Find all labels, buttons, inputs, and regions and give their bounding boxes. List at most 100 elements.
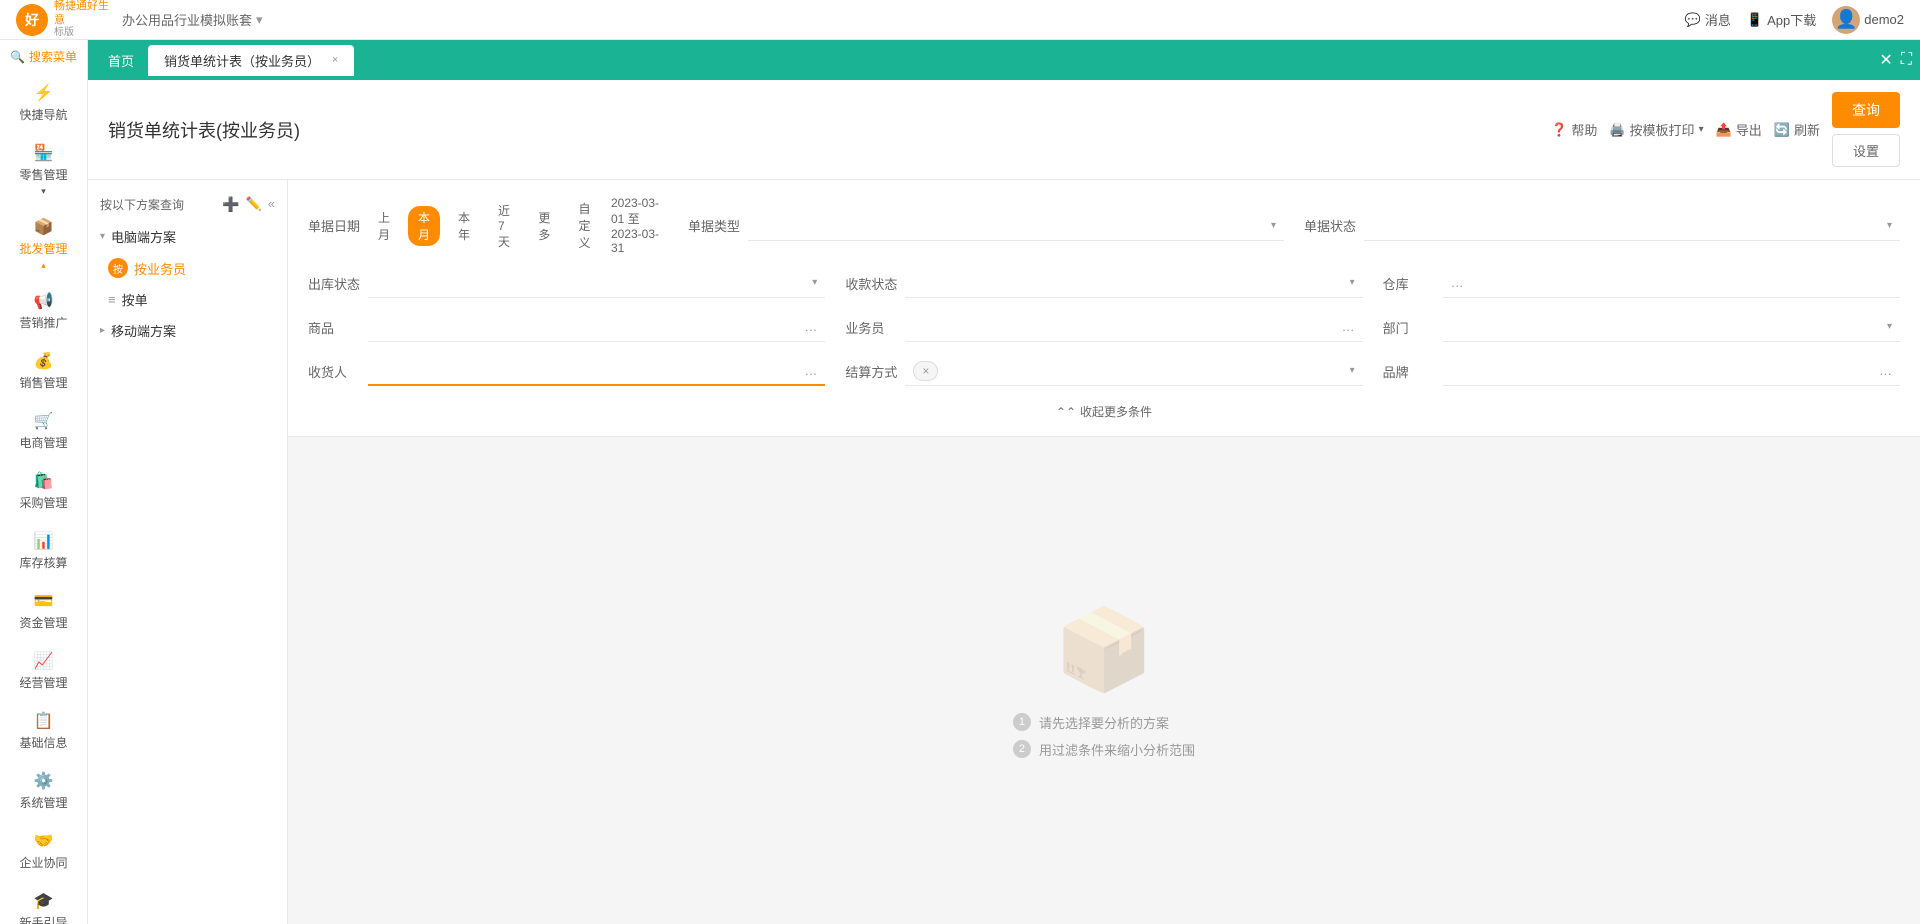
data-area: 📦 1 请先选择要分析的方案 2 用过滤条件来缩小分析范围 bbox=[288, 437, 1920, 924]
close-window-button[interactable]: ✕ bbox=[1879, 50, 1892, 70]
collapse-panel-button[interactable]: « bbox=[268, 196, 275, 213]
filter-product: 商品 … bbox=[308, 311, 825, 343]
filter-panel: 单据日期 上月 本月 本年 近7天 更多 自定义 2023-03-01 至 20… bbox=[288, 180, 1920, 437]
doc-status-select[interactable]: ▾ bbox=[1364, 211, 1900, 241]
logo-icon: 好 bbox=[16, 4, 48, 36]
filter-out-status: 出库状态 ▾ bbox=[308, 267, 825, 299]
sidebar-item-wholesale[interactable]: 📦 批发管理 ▴ bbox=[0, 207, 87, 281]
filter-row-4: 收货人 … 结算方式 × bbox=[308, 355, 1900, 387]
collapse-button[interactable]: ⌃⌃ 收起更多条件 bbox=[1056, 403, 1152, 420]
filter-doc-type: 单据类型 ▾ bbox=[688, 210, 1284, 242]
out-status-label: 出库状态 bbox=[308, 274, 360, 293]
date-btn-lastmonth[interactable]: 上月 bbox=[368, 206, 400, 246]
brand-label: 品牌 bbox=[1383, 362, 1435, 381]
filter-date: 单据日期 上月 本月 本年 近7天 更多 自定义 2023-03-01 至 20… bbox=[308, 196, 668, 255]
warehouse-select[interactable]: … bbox=[1443, 268, 1900, 298]
sidebar-item-enterprise[interactable]: 🤝 企业协同 bbox=[0, 821, 87, 881]
tree-item-order[interactable]: ≡ 按单 bbox=[88, 284, 287, 315]
filter-receiver: 收货人 … bbox=[308, 355, 825, 387]
sidebar-item-quicknav[interactable]: ⚡ 快捷导航 bbox=[0, 73, 87, 133]
finance-icon: 💳 bbox=[34, 591, 54, 611]
user-menu[interactable]: 👤 demo2 bbox=[1832, 6, 1904, 34]
message-button[interactable]: 💬 消息 bbox=[1685, 10, 1731, 29]
date-btn-thismonth[interactable]: 本月 bbox=[408, 206, 440, 246]
receiver-select[interactable]: … bbox=[368, 356, 825, 386]
sidebar-item-basic[interactable]: 📋 基础信息 bbox=[0, 701, 87, 761]
export-button[interactable]: 📤 导出 bbox=[1716, 120, 1762, 139]
filter-payment: 结算方式 × ▾ bbox=[845, 355, 1362, 387]
date-btn-thisyear[interactable]: 本年 bbox=[448, 206, 480, 246]
sidebar-item-finance[interactable]: 💳 资金管理 bbox=[0, 581, 87, 641]
right-section: 单据日期 上月 本月 本年 近7天 更多 自定义 2023-03-01 至 20… bbox=[288, 180, 1920, 924]
left-panel-actions: ➕ ✏️ « bbox=[222, 196, 275, 213]
settings-button[interactable]: 设置 bbox=[1832, 134, 1900, 167]
maximize-window-button[interactable]: ⛶ bbox=[1901, 51, 1912, 69]
sidebar-item-sales[interactable]: 💰 销售管理 bbox=[0, 341, 87, 401]
date-btn-custom[interactable]: 自定义 bbox=[568, 197, 603, 254]
query-button[interactable]: 查询 bbox=[1832, 92, 1900, 128]
sidebar-item-purchase[interactable]: 🛍️ 采购管理 bbox=[0, 461, 87, 521]
out-status-select[interactable]: ▾ bbox=[368, 268, 825, 298]
filter-dept: 部门 ▾ bbox=[1383, 311, 1900, 343]
topbar: 好 畅捷通好生意 标版 办公用品行业模拟账套 ▾ 💬 消息 📱 App下载 👤 … bbox=[0, 0, 1920, 40]
print-button[interactable]: 🖨️ 按模板打印 ▾ bbox=[1609, 120, 1703, 139]
nav-icon: ⚡ bbox=[34, 83, 54, 103]
logo-text: 畅捷通好生意 标版 bbox=[54, 0, 114, 38]
date-btn-more[interactable]: 更多 bbox=[528, 206, 560, 246]
hint-num-1: 1 bbox=[1013, 713, 1031, 731]
empty-illustration: 📦 bbox=[1054, 603, 1154, 697]
system-icon: ⚙️ bbox=[34, 771, 54, 791]
sidebar-item-inventory[interactable]: 📊 库存核算 bbox=[0, 521, 87, 581]
sidebar-item-system[interactable]: ⚙️ 系统管理 bbox=[0, 761, 87, 821]
doc-type-select[interactable]: ▾ bbox=[748, 211, 1284, 241]
payment-clear-tag: × bbox=[913, 361, 938, 381]
empty-hint-1: 1 请先选择要分析的方案 bbox=[1013, 713, 1195, 732]
refresh-button[interactable]: 🔄 刷新 bbox=[1774, 120, 1820, 139]
pay-status-select[interactable]: ▾ bbox=[905, 268, 1362, 298]
date-label: 单据日期 bbox=[308, 216, 360, 235]
sidebar-item-ops[interactable]: 📈 经营管理 bbox=[0, 641, 87, 701]
page-header: 销货单统计表(按业务员) ❓ 帮助 🖨️ 按模板打印 ▾ 📤 导出 bbox=[88, 80, 1920, 180]
tab-home[interactable]: 首页 bbox=[96, 45, 146, 76]
doc-status-arrow-icon: ▾ bbox=[1887, 220, 1892, 231]
filter-salesman: 业务员 … bbox=[845, 311, 1362, 343]
chevron-down-icon[interactable]: ▾ bbox=[256, 12, 263, 28]
tab-active[interactable]: 销货单统计表（按业务员） × bbox=[148, 45, 354, 76]
salesman-select[interactable]: … bbox=[905, 312, 1362, 342]
brand-select[interactable]: … bbox=[1443, 356, 1900, 386]
sidebar-item-retail[interactable]: 🏪 零售管理 ▾ bbox=[0, 133, 87, 207]
date-btn-7days[interactable]: 近7天 bbox=[488, 199, 520, 253]
dept-select[interactable]: ▾ bbox=[1443, 312, 1900, 342]
left-panel-title: 按以下方案查询 bbox=[100, 196, 184, 213]
sidebar-item-ecommerce[interactable]: 🛒 电商管理 bbox=[0, 401, 87, 461]
product-more-icon: … bbox=[804, 319, 817, 334]
product-label: 商品 bbox=[308, 318, 360, 337]
receiver-label: 收货人 bbox=[308, 362, 360, 381]
salesman-more-icon: … bbox=[1342, 319, 1355, 334]
brand-more-icon: … bbox=[1879, 363, 1892, 378]
help-button[interactable]: ❓ 帮助 bbox=[1551, 120, 1597, 139]
payment-clear-button[interactable]: × bbox=[922, 364, 929, 378]
product-select[interactable]: … bbox=[368, 312, 825, 342]
payment-arrow-icon: ▾ bbox=[1350, 365, 1355, 376]
empty-state: 📦 1 请先选择要分析的方案 2 用过滤条件来缩小分析范围 bbox=[1013, 603, 1195, 759]
order-icon: ≡ bbox=[108, 292, 116, 307]
empty-hint-2: 2 用过滤条件来缩小分析范围 bbox=[1013, 740, 1195, 759]
add-scheme-button[interactable]: ➕ bbox=[222, 196, 239, 213]
chevron-down-icon: ▾ bbox=[41, 186, 46, 197]
help-icon: ❓ bbox=[1551, 122, 1567, 138]
doc-type-label: 单据类型 bbox=[688, 216, 740, 235]
tree-item-salesman[interactable]: 按 按业务员 bbox=[88, 252, 287, 284]
sidebar-item-marketing[interactable]: 📢 营销推广 bbox=[0, 281, 87, 341]
action-buttons: 查询 设置 bbox=[1832, 92, 1900, 167]
export-icon: 📤 bbox=[1716, 122, 1732, 138]
sidebar-item-search[interactable]: 🔍 搜索菜单 bbox=[0, 40, 87, 73]
app-download-button[interactable]: 📱 App下载 bbox=[1747, 10, 1816, 29]
sidebar-item-newbie[interactable]: 🎓 新手引导 bbox=[0, 881, 87, 924]
print-icon: 🖨️ bbox=[1609, 122, 1625, 138]
doc-type-arrow-icon: ▾ bbox=[1271, 220, 1276, 231]
edit-scheme-button[interactable]: ✏️ bbox=[246, 196, 262, 213]
tab-close-icon[interactable]: × bbox=[332, 54, 338, 66]
tree-group-mobile[interactable]: ▸ 移动端方案 bbox=[88, 315, 287, 346]
payment-select[interactable]: × ▾ bbox=[905, 356, 1362, 386]
